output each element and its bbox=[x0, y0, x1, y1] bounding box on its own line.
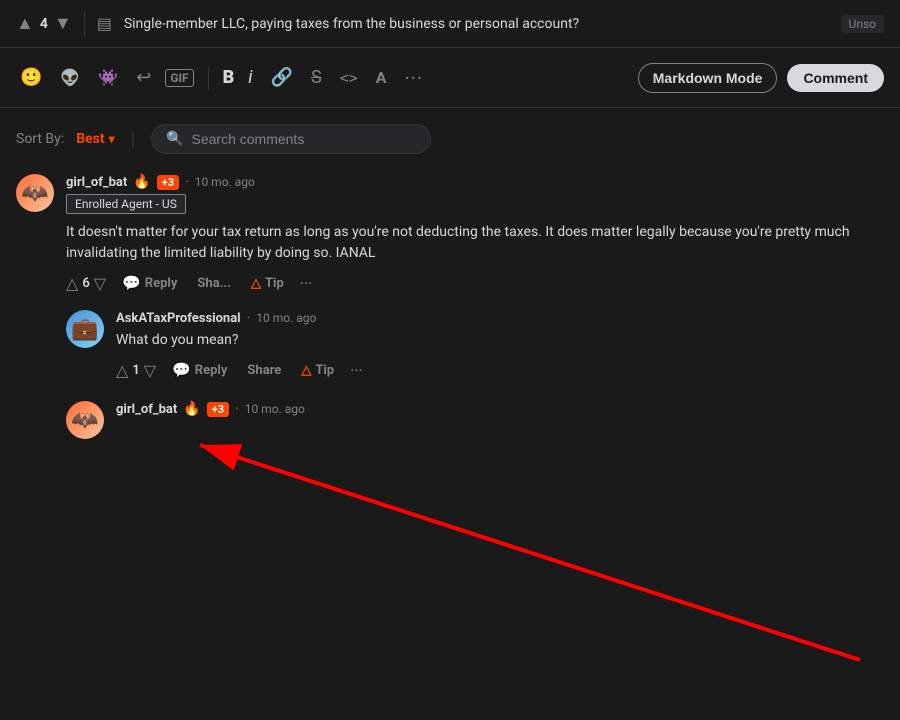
comment-meta: girl_of_bat 🔥 +3 · 10 mo. ago bbox=[116, 401, 884, 417]
comment-actions: △ 1 ▽ 💬 Reply Share △ T bbox=[116, 359, 884, 381]
gif-icon[interactable]: GIF bbox=[165, 69, 193, 87]
strikethrough-icon[interactable]: S bbox=[307, 63, 326, 92]
post-title: Single-member LLC, paying taxes from the… bbox=[124, 16, 829, 32]
username[interactable]: girl_of_bat bbox=[66, 175, 127, 190]
tip-icon: △ bbox=[251, 276, 261, 291]
comment-text: What do you mean? bbox=[116, 330, 884, 351]
top-bar: ▲ 4 ▼ ▤ Single-member LLC, paying taxes … bbox=[0, 0, 900, 48]
toolbar-divider bbox=[208, 66, 209, 90]
reply-label: Reply bbox=[145, 276, 178, 291]
vote-count: 4 bbox=[40, 16, 48, 32]
italic-button[interactable]: i bbox=[248, 67, 252, 88]
post-icon: ▤ bbox=[97, 14, 112, 33]
sort-chevron-icon: ▾ bbox=[109, 132, 115, 146]
karma-badge: +3 bbox=[157, 175, 179, 190]
avatar: 🦇 bbox=[16, 174, 54, 212]
reply-icon: 💬 bbox=[122, 274, 141, 292]
more-options-button[interactable]: ··· bbox=[350, 361, 363, 380]
upvote-count: 6 bbox=[82, 276, 89, 291]
undo-icon[interactable]: ↩ bbox=[132, 63, 155, 92]
third-comment-item: 🦇 girl_of_bat 🔥 +3 · 10 mo. ago bbox=[66, 401, 884, 439]
emoji-icon[interactable]: 🙂 bbox=[16, 63, 46, 92]
link-icon[interactable]: 🔗 bbox=[267, 63, 297, 92]
format-icon[interactable]: A bbox=[372, 64, 391, 91]
tip-label: Tip bbox=[265, 276, 284, 291]
reply-label: Reply bbox=[195, 363, 228, 378]
sort-by-control[interactable]: Sort By: Best ▾ bbox=[16, 131, 115, 147]
flair-icon: 🔥 bbox=[183, 401, 200, 417]
code-icon[interactable]: <> bbox=[336, 65, 362, 91]
upvote-arrow-icon[interactable]: △ bbox=[116, 361, 128, 380]
reply-icon: 💬 bbox=[172, 361, 191, 379]
comments-section: Sort By: Best ▾ | 🔍 🦇 girl_of_bat 🔥 +3 ·… bbox=[0, 108, 900, 495]
editor-toolbar: 🙂 👽 👾 ↩ GIF B i 🔗 S <> A ··· Markdown Mo… bbox=[0, 48, 900, 108]
tip-button[interactable]: △ Tip bbox=[297, 361, 338, 380]
more-options-icon[interactable]: ··· bbox=[400, 62, 427, 94]
tip-button[interactable]: △ Tip bbox=[247, 274, 288, 293]
separator: | bbox=[131, 129, 135, 150]
reply-button[interactable]: 💬 Reply bbox=[168, 359, 231, 381]
search-box[interactable]: 🔍 bbox=[151, 124, 431, 154]
vote-down-icon[interactable]: ▼ bbox=[54, 13, 72, 34]
avatar: 🦇 bbox=[66, 401, 104, 439]
bold-button[interactable]: B bbox=[223, 67, 235, 88]
flair-icon: 🔥 bbox=[133, 174, 150, 190]
timestamp: 10 mo. ago bbox=[245, 402, 305, 416]
comment-meta: AskATaxProfessional · 10 mo. ago bbox=[116, 310, 884, 326]
upvote-count: 1 bbox=[132, 363, 139, 378]
share-label: Sha... bbox=[197, 276, 231, 291]
sort-search-bar: Sort By: Best ▾ | 🔍 bbox=[16, 124, 884, 154]
reddit-face-icon[interactable]: 👽 bbox=[56, 64, 84, 91]
share-button[interactable]: Share bbox=[243, 361, 285, 380]
comment-body: girl_of_bat 🔥 +3 · 10 mo. ago Enrolled A… bbox=[66, 174, 884, 459]
timestamp: 10 mo. ago bbox=[256, 311, 316, 325]
comment-button[interactable]: Comment bbox=[787, 64, 884, 92]
username[interactable]: girl_of_bat bbox=[116, 402, 177, 417]
comment-body: girl_of_bat 🔥 +3 · 10 mo. ago bbox=[116, 401, 884, 439]
more-options-button[interactable]: ··· bbox=[300, 274, 313, 293]
upvote-arrow-icon[interactable]: △ bbox=[66, 274, 78, 293]
sort-by-value: Best bbox=[76, 131, 104, 147]
unsolved-badge: Unso bbox=[841, 15, 884, 33]
comment-item: 🦇 girl_of_bat 🔥 +3 · 10 mo. ago Enrolled… bbox=[16, 174, 884, 459]
nested-comment-item: 💼 AskATaxProfessional · 10 mo. ago What … bbox=[66, 310, 884, 381]
alien-icon[interactable]: 👾 bbox=[94, 64, 122, 91]
username[interactable]: AskATaxProfessional bbox=[116, 311, 241, 326]
tip-icon: △ bbox=[301, 363, 311, 378]
tip-label: Tip bbox=[315, 363, 334, 378]
comment-body: AskATaxProfessional · 10 mo. ago What do… bbox=[116, 310, 884, 381]
upvote-control: △ 1 ▽ bbox=[116, 361, 156, 380]
comment-meta: girl_of_bat 🔥 +3 · 10 mo. ago bbox=[66, 174, 884, 190]
share-button[interactable]: Sha... bbox=[193, 274, 235, 293]
search-input[interactable] bbox=[192, 131, 417, 147]
comment-actions: △ 6 ▽ 💬 Reply Sha... △ Tip ··· bbox=[66, 272, 884, 294]
downvote-arrow-icon[interactable]: ▽ bbox=[144, 361, 156, 380]
markdown-mode-button[interactable]: Markdown Mode bbox=[638, 63, 778, 93]
vote-up-icon[interactable]: ▲ bbox=[16, 13, 34, 34]
flair-tag: Enrolled Agent - US bbox=[66, 194, 186, 214]
downvote-arrow-icon[interactable]: ▽ bbox=[94, 274, 106, 293]
avatar: 💼 bbox=[66, 310, 104, 348]
vote-controls: ▲ 4 ▼ bbox=[16, 13, 72, 34]
sort-by-label: Sort By: bbox=[16, 131, 64, 147]
upvote-control: △ 6 ▽ bbox=[66, 274, 106, 293]
search-icon: 🔍 bbox=[166, 131, 183, 147]
comment-text: It doesn't matter for your tax return as… bbox=[66, 222, 884, 264]
divider bbox=[84, 12, 85, 36]
share-label: Share bbox=[247, 363, 281, 378]
karma-badge: +3 bbox=[207, 402, 229, 417]
reply-button[interactable]: 💬 Reply bbox=[118, 272, 181, 294]
timestamp: 10 mo. ago bbox=[195, 175, 255, 189]
